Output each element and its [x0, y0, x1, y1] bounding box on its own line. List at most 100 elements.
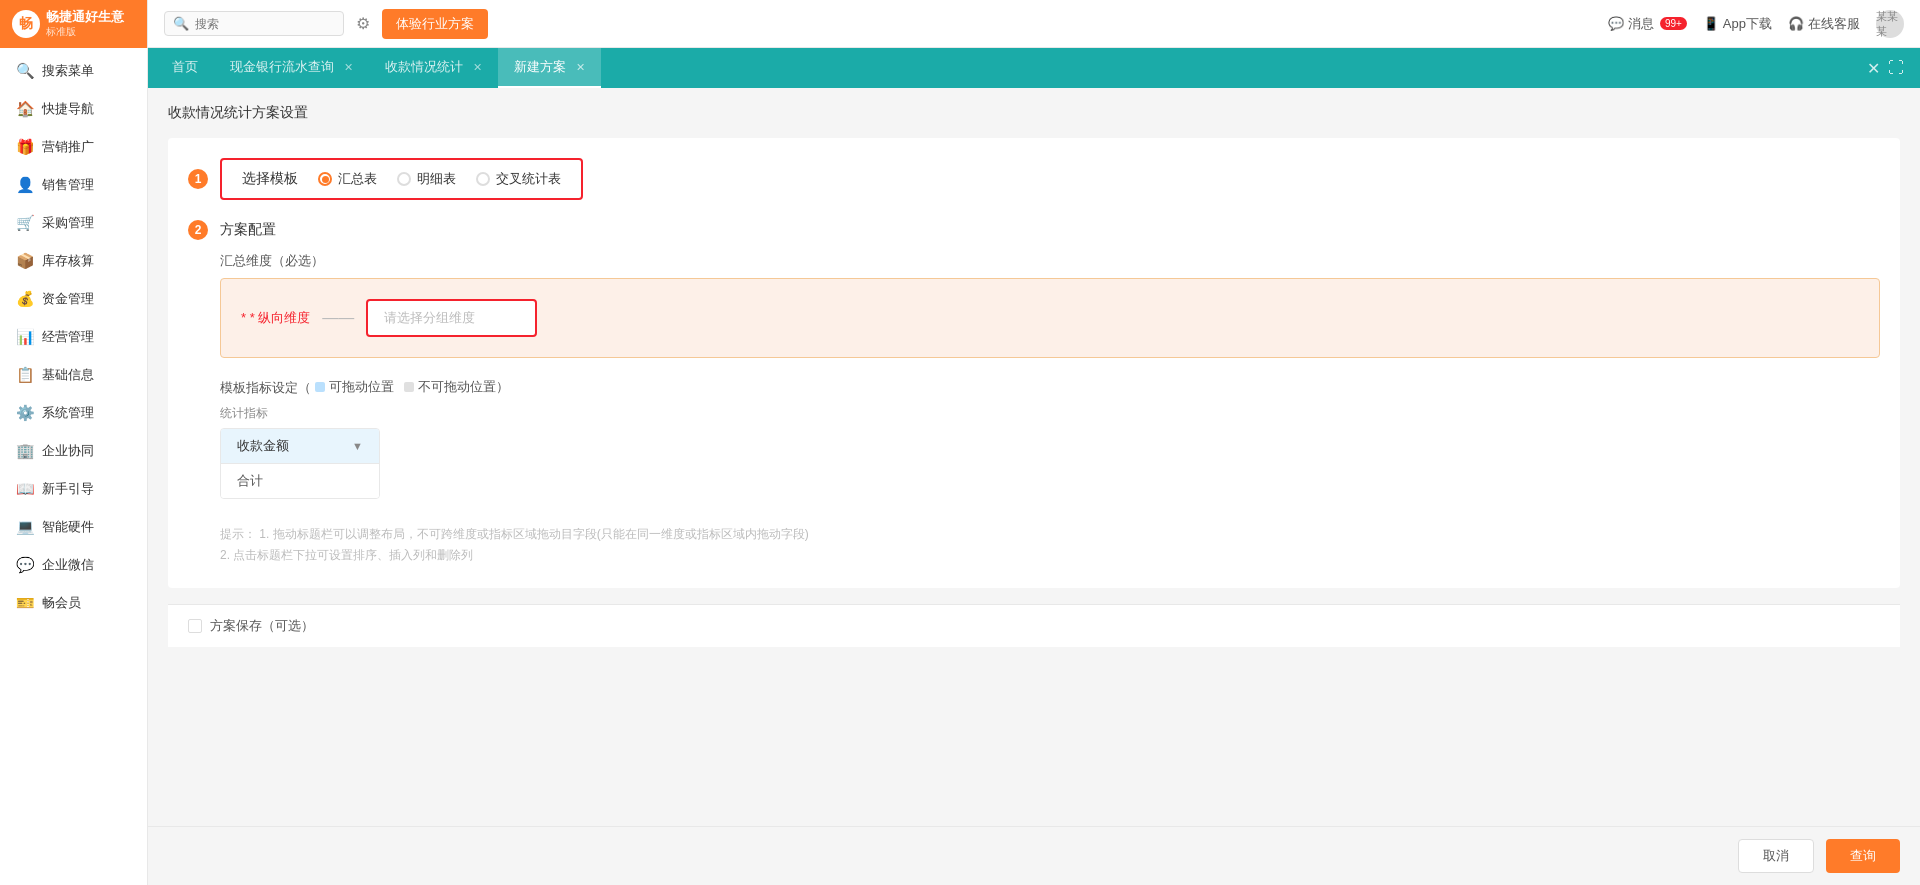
tab-collection-stats-close[interactable]: ✕: [473, 61, 482, 74]
indicator-section: 模板指标设定（ 可拖动位置 不可拖动位置）: [220, 378, 1880, 502]
unmovable-tag: 不可拖动位置）: [404, 378, 509, 396]
search-input[interactable]: [195, 17, 315, 31]
message-btn[interactable]: 💬 消息 99+: [1608, 15, 1687, 33]
radio-crosstab-circle: [476, 172, 490, 186]
indicator-header-text: 收款金额: [237, 437, 289, 455]
gear-icon[interactable]: ⚙: [356, 14, 370, 33]
radio-summary[interactable]: 汇总表: [318, 170, 377, 188]
save-checkbox[interactable]: [188, 619, 202, 633]
step2-label: 方案配置: [220, 221, 276, 239]
download-icon: 📱: [1703, 16, 1719, 31]
movable-label: 可拖动位置: [329, 378, 394, 396]
sidebar-item-inventory[interactable]: 📦 库存核算: [0, 242, 147, 280]
online-service-btn[interactable]: 🎧 在线客服: [1788, 15, 1860, 33]
sidebar-nav: 🔍 搜索菜单 🏠 快捷导航 🎁 营销推广 👤 销售管理 🛒 采购管理 📦 库存核…: [0, 48, 147, 885]
settings-card: 1 选择模板 汇总表 明细表: [168, 138, 1900, 588]
sidebar-item-newbie[interactable]: 📖 新手引导: [0, 470, 147, 508]
radio-detail-circle: [397, 172, 411, 186]
step2-header: 2 方案配置: [188, 220, 1880, 240]
tab-bank-flow[interactable]: 现金银行流水查询 ✕: [214, 48, 369, 88]
sidebar-item-marketing[interactable]: 🎁 营销推广: [0, 128, 147, 166]
sidebar-item-label: 畅会员: [42, 594, 81, 612]
step1-label: 选择模板: [242, 170, 298, 188]
sidebar-item-basic[interactable]: 📋 基础信息: [0, 356, 147, 394]
cancel-button[interactable]: 取消: [1738, 839, 1814, 873]
sidebar: 畅 畅捷通好生意 标准版 🔍 搜索菜单 🏠 快捷导航 🎁 营销推广 👤 销售管理…: [0, 0, 148, 885]
tab-new-plan-label: 新建方案: [514, 58, 566, 76]
sidebar-item-search-menu[interactable]: 🔍 搜索菜单: [0, 52, 147, 90]
sales-icon: 👤: [16, 176, 34, 194]
dimension-placeholder: 请选择分组维度: [384, 310, 475, 325]
sidebar-item-system[interactable]: ⚙️ 系统管理: [0, 394, 147, 432]
sidebar-item-capital[interactable]: 💰 资金管理: [0, 280, 147, 318]
tab-home[interactable]: 首页: [156, 48, 214, 88]
tip-2: 2. 点击标题栏下拉可设置排序、插入列和删除列: [220, 547, 1880, 564]
tab-new-plan-close[interactable]: ✕: [576, 61, 585, 74]
sidebar-item-purchase[interactable]: 🛒 采购管理: [0, 204, 147, 242]
sidebar-item-member[interactable]: 🎫 畅会员: [0, 584, 147, 622]
radio-summary-circle: [318, 172, 332, 186]
indicator-table: 收款金额 ▼ 合计: [220, 428, 380, 499]
dimension-arrow-icon: ——: [322, 309, 354, 327]
sidebar-item-label: 库存核算: [42, 252, 94, 270]
tab-home-label: 首页: [172, 58, 198, 76]
topbar-right: 💬 消息 99+ 📱 App下载 🎧 在线客服 某某某: [1608, 10, 1904, 38]
sidebar-item-label: 新手引导: [42, 480, 94, 498]
sidebar-item-wechat[interactable]: 💬 企业微信: [0, 546, 147, 584]
hardware-icon: 💻: [16, 518, 34, 536]
avatar-text: 某某某: [1876, 9, 1904, 39]
app-download-btn[interactable]: 📱 App下载: [1703, 15, 1772, 33]
radio-detail-label: 明细表: [417, 170, 456, 188]
topbar-search-box[interactable]: 🔍: [164, 11, 344, 36]
indicator-table-row: 合计: [221, 464, 379, 498]
sidebar-item-label: 系统管理: [42, 404, 94, 422]
tab-collection-stats[interactable]: 收款情况统计 ✕: [369, 48, 498, 88]
message-badge: 99+: [1660, 17, 1687, 30]
sidebar-item-sales[interactable]: 👤 销售管理: [0, 166, 147, 204]
sidebar-item-business[interactable]: 📊 经营管理: [0, 318, 147, 356]
dimension-label-text: * 纵向维度: [250, 310, 311, 325]
query-button[interactable]: 查询: [1826, 839, 1900, 873]
movable-tag: 可拖动位置: [315, 378, 394, 396]
sidebar-item-label: 智能硬件: [42, 518, 94, 536]
tab-bank-flow-label: 现金银行流水查询: [230, 58, 334, 76]
radio-crosstab-label: 交叉统计表: [496, 170, 561, 188]
tab-collection-stats-label: 收款情况统计: [385, 58, 463, 76]
unmovable-label: 不可拖动位置）: [418, 378, 509, 396]
expand-icon[interactable]: ⛶: [1888, 59, 1904, 77]
capital-icon: 💰: [16, 290, 34, 308]
download-label: App下载: [1723, 15, 1772, 33]
sidebar-logo: 畅 畅捷通好生意 标准版: [0, 0, 147, 48]
radio-crosstab[interactable]: 交叉统计表: [476, 170, 561, 188]
sidebar-item-enterprise[interactable]: 🏢 企业协同: [0, 432, 147, 470]
step1-header: 1 选择模板 汇总表 明细表: [188, 158, 1880, 200]
industry-btn[interactable]: 体验行业方案: [382, 9, 488, 39]
service-icon: 🎧: [1788, 16, 1804, 31]
logo-icon: 畅: [12, 10, 40, 38]
business-icon: 📊: [16, 328, 34, 346]
dimension-row: * * 纵向维度 —— 请选择分组维度: [241, 299, 1859, 337]
dimension-label: * * 纵向维度: [241, 309, 310, 327]
user-avatar[interactable]: 某某某: [1876, 10, 1904, 38]
dimension-select[interactable]: 请选择分组维度: [366, 299, 537, 337]
sidebar-item-label: 搜索菜单: [42, 62, 94, 80]
close-all-icon[interactable]: ✕: [1867, 59, 1880, 78]
search-menu-icon: 🔍: [16, 62, 34, 80]
sidebar-item-quick-nav[interactable]: 🏠 快捷导航: [0, 90, 147, 128]
indicator-dropdown-arrow[interactable]: ▼: [352, 440, 363, 452]
brand-name: 畅捷通好生意: [46, 9, 124, 25]
movable-dot: [315, 382, 325, 392]
main-area: 🔍 ⚙ 体验行业方案 💬 消息 99+ 📱 App下载 🎧 在线客服 某某某: [148, 0, 1920, 885]
sidebar-item-hardware[interactable]: 💻 智能硬件: [0, 508, 147, 546]
wechat-icon: 💬: [16, 556, 34, 574]
radio-detail[interactable]: 明细表: [397, 170, 456, 188]
step2-badge: 2: [188, 220, 208, 240]
dimension-area: * * 纵向维度 —— 请选择分组维度: [220, 278, 1880, 358]
sidebar-item-label: 资金管理: [42, 290, 94, 308]
tab-new-plan[interactable]: 新建方案 ✕: [498, 48, 601, 88]
step2-section: 2 方案配置 汇总维度（必选） * * 纵向维度 ——: [188, 220, 1880, 564]
inventory-icon: 📦: [16, 252, 34, 270]
tab-bank-flow-close[interactable]: ✕: [344, 61, 353, 74]
indicator-table-header[interactable]: 收款金额 ▼: [221, 429, 379, 464]
newbie-icon: 📖: [16, 480, 34, 498]
